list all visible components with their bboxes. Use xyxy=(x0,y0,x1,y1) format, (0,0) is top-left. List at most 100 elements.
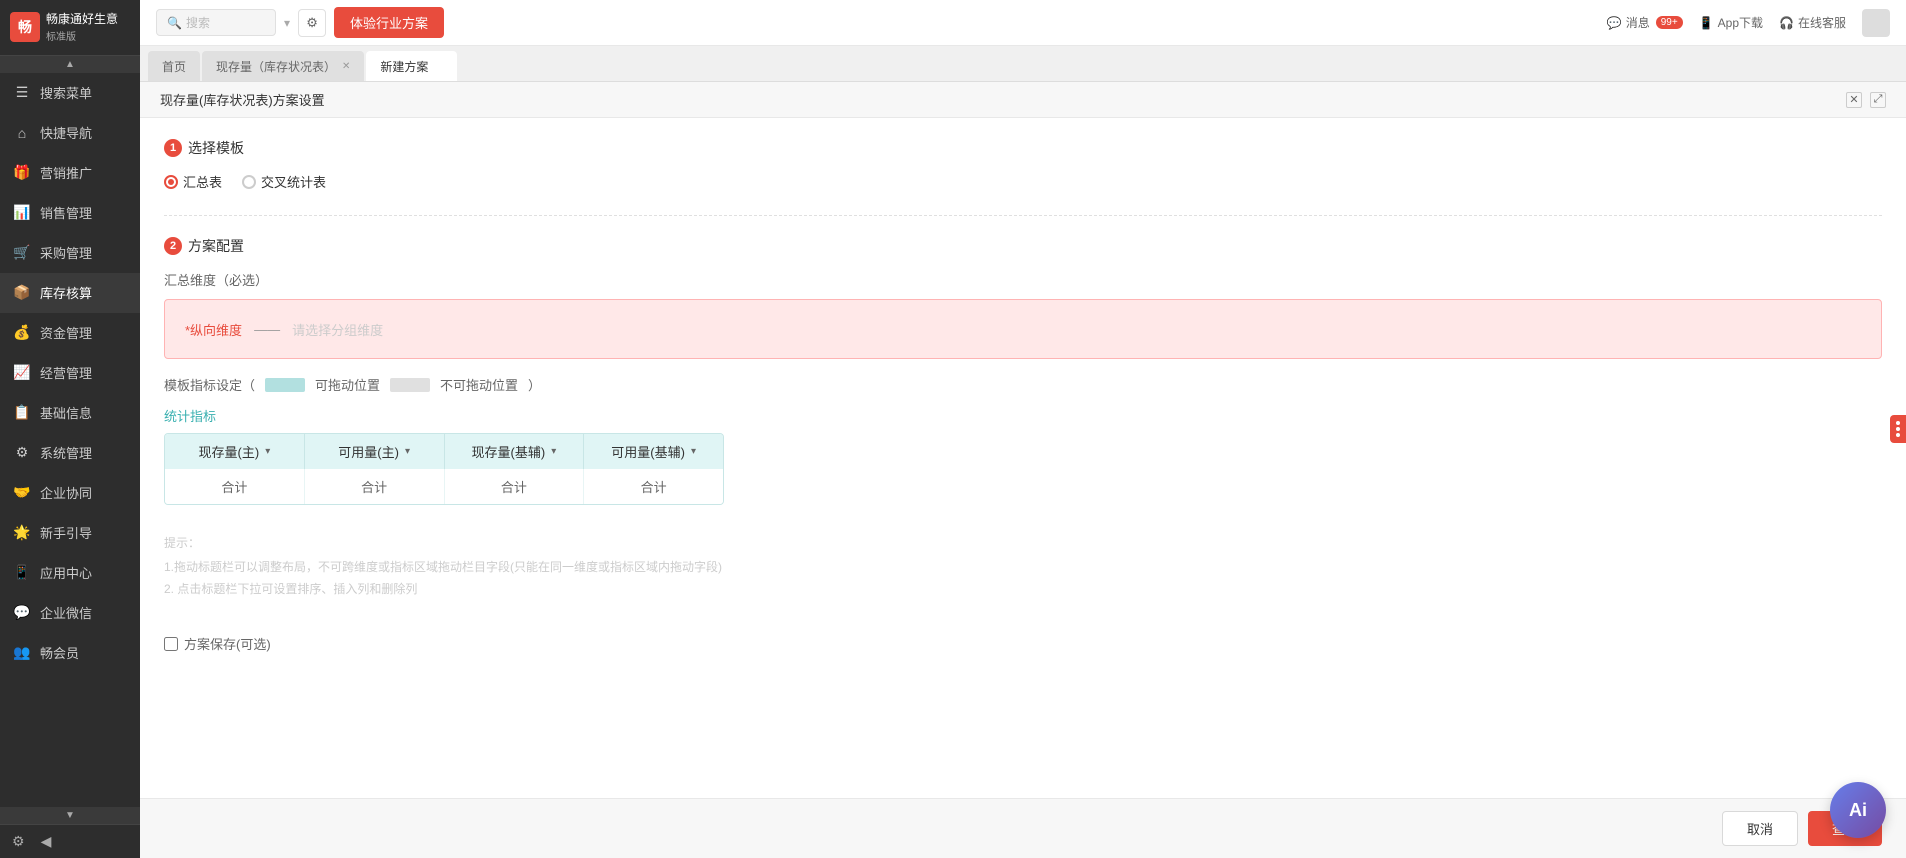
coop-icon: 🤝 xyxy=(12,483,32,503)
sidebar-item-label: 搜索菜单 xyxy=(40,83,92,102)
panel-close-buttons: ✕ ⤢ xyxy=(1846,92,1886,108)
topbar-dropdown-icon[interactable]: ▾ xyxy=(284,16,290,30)
step1-title: 1 选择模板 xyxy=(164,138,1882,158)
sidebar-item-system[interactable]: ⚙ 系统管理 xyxy=(0,433,140,473)
user-avatar[interactable] xyxy=(1862,9,1890,37)
sidebar-scroll-down[interactable]: ▼ xyxy=(0,807,140,824)
member-icon: 👥 xyxy=(12,643,32,663)
radio-summary[interactable]: 汇总表 xyxy=(164,172,222,191)
sidebar-item-label: 新手引导 xyxy=(40,523,92,542)
step1-section: 1 选择模板 汇总表 交叉统计表 xyxy=(164,138,1882,191)
col2-label: 可用量(主) xyxy=(338,442,399,461)
indicator-settings-text: 模板指标设定（ xyxy=(164,375,255,394)
app-name: 畅康通好生意 xyxy=(46,12,118,28)
sidebar-item-member[interactable]: 👥 畅会员 xyxy=(0,633,140,673)
service-btn[interactable]: 🎧 在线客服 xyxy=(1779,14,1846,31)
topbar-gear-btn[interactable]: ⚙ xyxy=(298,9,326,37)
message-label: 消息 xyxy=(1626,14,1650,31)
col2-body: 合计 xyxy=(305,469,445,504)
radio-cross[interactable]: 交叉统计表 xyxy=(242,172,326,191)
sidebar-item-app-center[interactable]: 📱 应用中心 xyxy=(0,553,140,593)
col3-header[interactable]: 现存量(基辅) ▾ xyxy=(445,434,585,469)
trial-btn[interactable]: 体验行业方案 xyxy=(334,7,444,38)
cancel-button[interactable]: 取消 xyxy=(1722,811,1798,846)
col1-header[interactable]: 现存量(主) ▾ xyxy=(165,434,305,469)
tabbar: 首页 现存量（库存状况表） ✕ 新建方案 ✕ xyxy=(140,46,1906,82)
movable-badge-label: 可拖动位置 xyxy=(315,375,380,394)
sidebar-item-label: 企业协同 xyxy=(40,483,92,502)
app-download-label: App下载 xyxy=(1718,14,1763,31)
sidebar-item-finance[interactable]: 💰 资金管理 xyxy=(0,313,140,353)
app-center-icon: 📱 xyxy=(12,563,32,583)
sidebar-item-sales[interactable]: 📊 销售管理 xyxy=(0,193,140,233)
step2-title: 2 方案配置 xyxy=(164,236,1882,256)
edge-dot-1 xyxy=(1896,421,1900,425)
app-download-btn[interactable]: 📱 App下载 xyxy=(1699,14,1763,31)
panel-close-btn[interactable]: ✕ xyxy=(1846,92,1862,108)
form-content: 1 选择模板 汇总表 交叉统计表 xyxy=(140,118,1906,798)
col1-chevron[interactable]: ▾ xyxy=(265,446,270,457)
step-divider xyxy=(164,215,1882,216)
radio-cross-label: 交叉统计表 xyxy=(261,172,326,191)
sidebar-item-label: 经营管理 xyxy=(40,363,92,382)
step2-badge: 2 xyxy=(164,237,182,255)
unmovable-badge-label: 不可拖动位置 xyxy=(440,375,518,394)
sidebar-item-label: 系统管理 xyxy=(40,443,92,462)
indicator-close: ） xyxy=(528,375,541,394)
tab-new-scheme-close[interactable]: ✕ xyxy=(434,61,442,72)
tips-section: 提示： 1.拖动标题栏可以调整布局，不可跨维度或指标区域拖动栏目字段(只能在同一… xyxy=(164,524,1882,610)
step1-label: 选择模板 xyxy=(188,138,244,158)
tab-home[interactable]: 首页 xyxy=(148,51,200,81)
gear-icon: ⚙ xyxy=(306,15,318,31)
right-edge-handle[interactable] xyxy=(1890,415,1906,443)
panel-expand-btn[interactable]: ⤢ xyxy=(1870,92,1886,108)
purchase-icon: 🛒 xyxy=(12,243,32,263)
sidebar-item-label: 库存核算 xyxy=(40,283,92,302)
dimension-dash: —— xyxy=(254,322,280,337)
sidebar-item-newbie[interactable]: 🌟 新手引导 xyxy=(0,513,140,553)
ai-bubble[interactable]: Ai xyxy=(1830,782,1886,838)
col1-label: 现存量(主) xyxy=(199,442,260,461)
tab-new-scheme[interactable]: 新建方案 ✕ xyxy=(366,51,456,81)
col4-chevron[interactable]: ▾ xyxy=(691,446,696,457)
logo-icon: 畅 xyxy=(10,12,40,42)
tips-label: 提示： xyxy=(164,534,1882,551)
col2-header[interactable]: 可用量(主) ▾ xyxy=(305,434,445,469)
col2-chevron[interactable]: ▾ xyxy=(405,446,410,457)
operations-icon: 📈 xyxy=(12,363,32,383)
app-logo: 畅 畅康通好生意 标准版 xyxy=(0,0,140,56)
sidebar-item-purchase[interactable]: 🛒 采购管理 xyxy=(0,233,140,273)
topbar-search-box[interactable]: 🔍 搜索 xyxy=(156,9,276,36)
sidebar-item-label: 销售管理 xyxy=(40,203,92,222)
sidebar-item-basic-info[interactable]: 📋 基础信息 xyxy=(0,393,140,433)
sidebar-item-marketing[interactable]: 🎁 营销推广 xyxy=(0,153,140,193)
message-btn[interactable]: 💬 消息 99+ xyxy=(1607,14,1683,31)
col3-label: 现存量(基辅) xyxy=(472,442,546,461)
tab-home-label: 首页 xyxy=(162,58,186,75)
sidebar-item-label: 资金管理 xyxy=(40,323,92,342)
sidebar-item-inventory[interactable]: 📦 库存核算 xyxy=(0,273,140,313)
settings-bottom-icon[interactable]: ⚙ xyxy=(12,833,25,850)
dimension-box[interactable]: *纵向维度 —— 请选择分组维度 xyxy=(164,299,1882,359)
col3-chevron[interactable]: ▾ xyxy=(551,446,556,457)
audio-bottom-icon[interactable]: ◀ xyxy=(41,833,52,850)
sidebar-item-operations[interactable]: 📈 经营管理 xyxy=(0,353,140,393)
ai-bubble-label: Ai xyxy=(1849,800,1867,821)
app-download-icon: 📱 xyxy=(1699,16,1714,30)
save-label: 方案保存(可选) xyxy=(184,634,271,653)
sidebar-item-coop[interactable]: 🤝 企业协同 xyxy=(0,473,140,513)
message-icon: 💬 xyxy=(1607,16,1622,30)
stats-table-header: 现存量(主) ▾ 可用量(主) ▾ 现存量(基辅) ▾ xyxy=(165,434,723,469)
sidebar-item-wechat[interactable]: 💬 企业微信 xyxy=(0,593,140,633)
tab-inventory-status[interactable]: 现存量（库存状况表） ✕ xyxy=(202,51,364,81)
dimension-field-label: *纵向维度 xyxy=(185,320,242,339)
sidebar-item-search-menu[interactable]: ☰ 搜索菜单 xyxy=(0,73,140,113)
sidebar-item-quick-nav[interactable]: ⌂ 快捷导航 xyxy=(0,113,140,153)
tip-1: 1.拖动标题栏可以调整布局，不可跨维度或指标区域拖动栏目字段(只能在同一维度或指… xyxy=(164,557,1882,579)
col4-header[interactable]: 可用量(基辅) ▾ xyxy=(584,434,723,469)
tab-inventory-close[interactable]: ✕ xyxy=(342,61,350,72)
wechat-icon: 💬 xyxy=(12,603,32,623)
save-checkbox[interactable] xyxy=(164,637,178,651)
finance-icon: 💰 xyxy=(12,323,32,343)
sidebar-scroll-up[interactable]: ▲ xyxy=(0,56,140,73)
